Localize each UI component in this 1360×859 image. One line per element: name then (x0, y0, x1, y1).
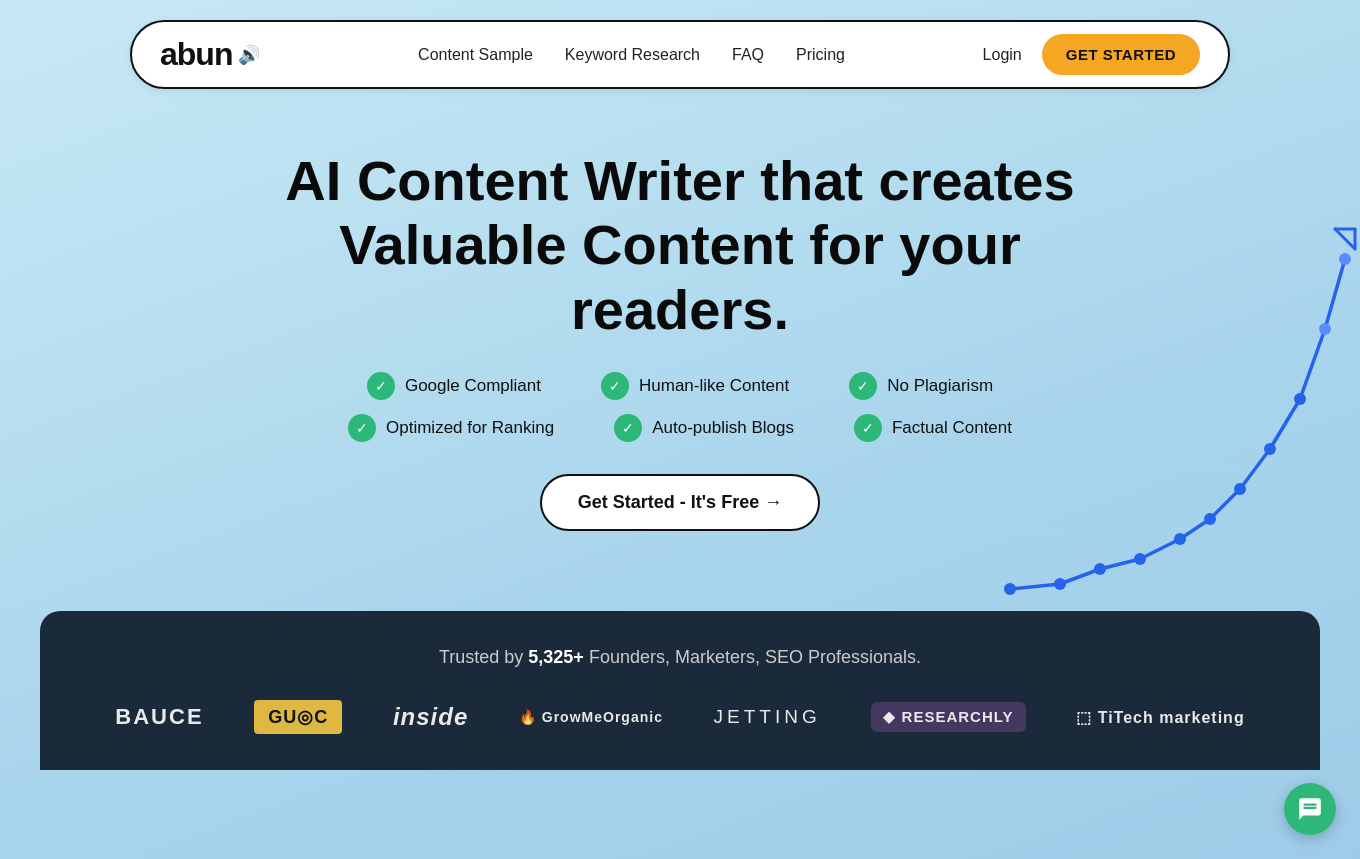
hero-cta-button[interactable]: Get Started - It's Free → (540, 474, 820, 531)
check-icon-6: ✓ (854, 414, 882, 442)
nav-keyword-research[interactable]: Keyword Research (565, 46, 700, 64)
check-icon-5: ✓ (614, 414, 642, 442)
trusted-prefix: Trusted by (439, 647, 528, 667)
logo-researchly: ◆ RESEARCHLY (871, 702, 1025, 732)
logo-bauce: BAUCE (115, 704, 203, 730)
feature-label-3: No Plagiarism (887, 376, 993, 396)
login-link[interactable]: Login (983, 46, 1022, 64)
svg-point-6 (1134, 553, 1146, 565)
nav-right: Login GET STARTED (983, 34, 1200, 75)
svg-point-10 (1264, 443, 1276, 455)
logo-area[interactable]: abun 🔊 (160, 36, 260, 73)
svg-point-3 (1004, 583, 1016, 595)
features-grid: ✓ Google Compliant ✓ Human-like Content … (290, 372, 1070, 442)
logo-jetting: JETTING (714, 706, 821, 728)
feature-label-6: Factual Content (892, 418, 1012, 438)
nav-pricing[interactable]: Pricing (796, 46, 845, 64)
logo-guoc: GU◎C (254, 700, 342, 734)
feature-label-4: Optimized for Ranking (386, 418, 554, 438)
svg-point-8 (1204, 513, 1216, 525)
svg-point-11 (1294, 393, 1306, 405)
logo-growme: 🔥 GrowMeOrganic (519, 709, 663, 725)
check-icon-4: ✓ (348, 414, 376, 442)
svg-point-12 (1319, 323, 1331, 335)
trusted-count: 5,325+ (528, 647, 584, 667)
hero-title: AI Content Writer that creates Valuable … (230, 149, 1130, 342)
nav-content-sample[interactable]: Content Sample (418, 46, 533, 64)
feature-optimized-ranking: ✓ Optimized for Ranking (348, 414, 554, 442)
nav-faq[interactable]: FAQ (732, 46, 764, 64)
logo-text: abun (160, 36, 232, 73)
nav-links: Content Sample Keyword Research FAQ Pric… (316, 46, 946, 64)
feature-label-5: Auto-publish Blogs (652, 418, 794, 438)
logo-titech: ⬚ TiTech marketing (1076, 708, 1244, 727)
hero-section: AI Content Writer that creates Valuable … (0, 109, 1360, 611)
check-icon-1: ✓ (367, 372, 395, 400)
feature-google-compliant: ✓ Google Compliant (367, 372, 541, 400)
feature-no-plagiarism: ✓ No Plagiarism (849, 372, 993, 400)
svg-point-4 (1054, 578, 1066, 590)
feature-label-2: Human-like Content (639, 376, 789, 396)
svg-point-9 (1234, 483, 1246, 495)
feature-factual: ✓ Factual Content (854, 414, 1012, 442)
sound-icon: 🔊 (238, 44, 260, 66)
feature-human-like: ✓ Human-like Content (601, 372, 789, 400)
svg-point-13 (1339, 253, 1351, 265)
trusted-suffix: Founders, Marketers, SEO Professionals. (584, 647, 921, 667)
chat-icon (1297, 796, 1323, 822)
trusted-text: Trusted by 5,325+ Founders, Marketers, S… (100, 647, 1260, 668)
get-started-button[interactable]: GET STARTED (1042, 34, 1200, 75)
logo-inside: inside (393, 703, 468, 731)
svg-point-7 (1174, 533, 1186, 545)
logos-row: BAUCE GU◎C inside 🔥 GrowMeOrganic JETTIN… (100, 700, 1260, 734)
nav-wrapper: abun 🔊 Content Sample Keyword Research F… (0, 0, 1360, 109)
trusted-bar: Trusted by 5,325+ Founders, Marketers, S… (40, 611, 1320, 770)
check-icon-2: ✓ (601, 372, 629, 400)
feature-label-1: Google Compliant (405, 376, 541, 396)
svg-line-14 (1335, 229, 1355, 249)
navbar: abun 🔊 Content Sample Keyword Research F… (130, 20, 1230, 89)
svg-point-5 (1094, 563, 1106, 575)
chat-bubble-button[interactable] (1284, 783, 1336, 835)
feature-auto-publish: ✓ Auto-publish Blogs (614, 414, 794, 442)
check-icon-3: ✓ (849, 372, 877, 400)
